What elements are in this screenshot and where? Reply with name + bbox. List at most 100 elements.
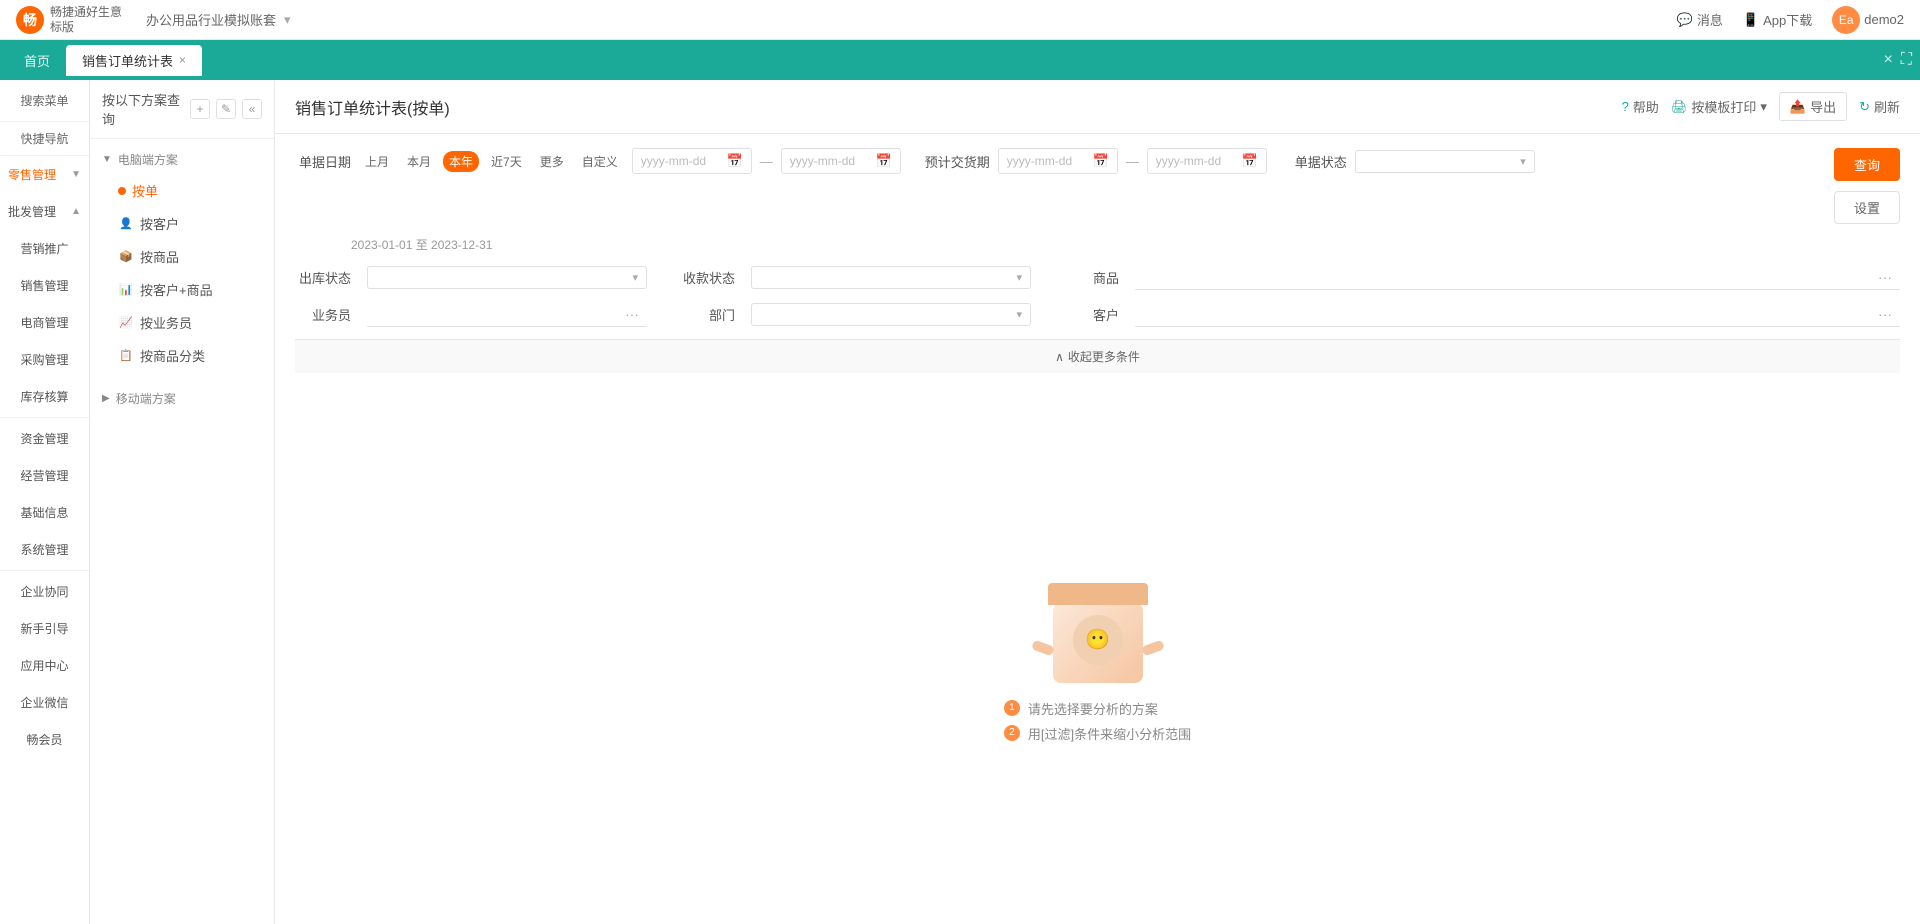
sidebar-item-purchase[interactable]: 采购管理 [0,341,89,378]
payment-status-select[interactable]: ▾ [751,266,1031,289]
tab-active[interactable]: 销售订单统计表 × [66,45,202,76]
payment-status-label: 收款状态 [679,268,735,287]
scheme-add-btn[interactable]: + [190,99,210,119]
quick-nav-btn[interactable]: 快捷导航 [0,126,89,151]
empty-num-2: 2 [1004,725,1020,741]
message-label: 消息 [1697,10,1723,29]
sidebar-item-member[interactable]: 畅会员 [0,721,89,758]
user-menu[interactable]: Ea demo2 [1832,6,1904,34]
shortcut-last-month[interactable]: 上月 [359,151,395,172]
expected-end-placeholder: yyyy-mm-dd [1156,154,1221,168]
shortcut-this-month[interactable]: 本月 [401,151,437,172]
collapse-btn[interactable]: ∧ 收起更多条件 [1055,348,1140,365]
delivery-status-select[interactable]: ▾ [367,266,647,289]
window-maximize-btn[interactable]: ⛶ [1901,51,1912,69]
shortcut-more[interactable]: 更多 [534,151,570,172]
message-btn[interactable]: 💬 消息 [1677,10,1723,29]
empty-hint-1-text: 请先选择要分析的方案 [1028,699,1158,718]
sidebar-item-system[interactable]: 系统管理 [0,531,89,568]
logo-text: 畅捷通好生意 标版 [50,5,122,34]
goods-dots[interactable]: ··· [1878,269,1892,285]
scheme-item-by-staff[interactable]: 📈 按业务员 [90,306,274,339]
scheme-collapse-btn[interactable]: « [242,99,262,119]
sidebar-item-sales[interactable]: 销售管理 [0,267,89,304]
scheme-edit-btn[interactable]: ✎ [216,99,236,119]
sidebar-item-wholesale-label: 批发管理 [8,203,56,220]
date-start-input[interactable]: yyyy-mm-dd 📅 [632,148,752,174]
filter-area: 单据日期 上月 本月 本年 近7天 更多 自定义 yyyy-mm-dd [275,134,1920,387]
window-close-btn[interactable]: × [1883,51,1892,69]
date-range: yyyy-mm-dd 📅 — yyyy-mm-dd 📅 [632,148,901,174]
sidebar-divider2 [0,570,89,571]
sidebar-item-enterprise[interactable]: 企业协同 [0,573,89,610]
app-download-btn[interactable]: 📱 App下载 [1743,10,1812,29]
sidebar-item-inventory[interactable]: 库存核算 [0,378,89,415]
scheme-item-by-staff-label: 按业务员 [140,313,192,332]
date-end-cal-icon: 📅 [876,153,892,169]
top-bar-left: 畅 畅捷通好生意 标版 办公用品行业模拟账套 ▾ [16,5,291,34]
page-actions: ? 帮助 🖨 按模板打印 ▾ 📤 导出 ↻ 刷新 [1622,92,1900,133]
scheme-group-pc: ▼ 电脑端方案 按单 👤 按客户 📦 按商品 [90,139,274,378]
print-label: 按模板打印 [1691,97,1756,116]
scheme-panel-title: 按以下方案查询 [102,90,182,128]
expected-date-start-input[interactable]: yyyy-mm-dd 📅 [998,148,1118,174]
sidebar-item-basic[interactable]: 基础信息 [0,494,89,531]
scheme-group-pc-title[interactable]: ▼ 电脑端方案 [90,145,274,174]
dept-container: ▾ [751,303,1031,326]
expected-date-end-input[interactable]: yyyy-mm-dd 📅 [1147,148,1267,174]
query-btn[interactable]: 查询 [1834,148,1900,181]
help-btn[interactable]: ? 帮助 [1622,97,1659,116]
sidebar-item-finance[interactable]: 资金管理 [0,420,89,457]
scheme-item-by-category[interactable]: 📋 按商品分类 [90,339,274,372]
sidebar-item-guide[interactable]: 新手引导 [0,610,89,647]
logo-area: 畅 畅捷通好生意 标版 [16,5,122,34]
scheme-item-by-order[interactable]: 按单 [90,174,274,207]
scheme-item-by-customer[interactable]: 👤 按客户 [90,207,274,240]
scheme-item-goods-icon: 📦 [118,249,134,265]
scheme-item-by-goods-label: 按商品 [140,247,179,266]
search-menu-btn[interactable]: 搜索菜单 [8,88,81,113]
scheme-panel-header-icons: + ✎ « [190,99,262,119]
sidebar-item-wechat[interactable]: 企业微信 [0,684,89,721]
sidebar-quick-nav-section: 快捷导航 [0,122,89,156]
tab-home[interactable]: 首页 [8,45,66,76]
sidebar-item-marketing[interactable]: 营销推广 [0,230,89,267]
sidebar-menu: 零售管理 ▼ 批发管理 ▲ 营销推广 销售管理 电商管理 采购管理 库存核算 资… [0,156,89,924]
scheme-panel: 按以下方案查询 + ✎ « ▼ 电脑端方案 按单 [90,80,275,924]
tab-close-btn[interactable]: × [179,53,186,67]
empty-num-1: 1 [1004,700,1020,716]
order-status-select[interactable]: ▾ [1355,150,1535,173]
help-icon: ? [1622,99,1629,114]
settings-btn[interactable]: 设置 [1834,191,1900,224]
scheme-group-mobile-title[interactable]: ▶ 移动端方案 [90,384,274,413]
date-end-input[interactable]: yyyy-mm-dd 📅 [781,148,901,174]
sidebar-item-operations[interactable]: 经营管理 [0,457,89,494]
expected-date-separator: — [1126,154,1139,169]
top-dropdown-icon[interactable]: ▾ [284,12,291,28]
sidebar-item-wholesale[interactable]: 批发管理 ▲ [0,193,89,230]
shortcut-custom[interactable]: 自定义 [576,151,624,172]
collapse-row: ∧ 收起更多条件 [295,339,1900,373]
refresh-btn[interactable]: ↻ 刷新 [1859,97,1900,116]
staff-dots[interactable]: ··· [625,306,639,322]
print-icon: 🖨 [1671,99,1688,115]
sidebar-item-apps[interactable]: 应用中心 [0,647,89,684]
collapse-label: 收起更多条件 [1068,348,1140,365]
shortcut-this-year[interactable]: 本年 [443,151,479,172]
expected-start-cal-icon: 📅 [1093,153,1109,169]
print-btn[interactable]: 🖨 按模板打印 ▾ [1671,97,1767,116]
scheme-item-by-cust-goods[interactable]: 📊 按客户+商品 [90,273,274,306]
print-dropdown-icon: ▾ [1760,99,1767,115]
scheme-item-by-cust-goods-label: 按客户+商品 [140,280,213,299]
customer-dots[interactable]: ··· [1878,306,1892,322]
shortcut-last7[interactable]: 近7天 [485,151,528,172]
sidebar-item-ecommerce[interactable]: 电商管理 [0,304,89,341]
refresh-label: 刷新 [1874,97,1900,116]
staff-label: 业务员 [295,305,351,324]
export-btn[interactable]: 📤 导出 [1779,92,1847,121]
app-download-label: App下载 [1763,10,1812,29]
scheme-item-by-goods[interactable]: 📦 按商品 [90,240,274,273]
sidebar-item-wholesale-arrow: ▲ [71,206,81,217]
dept-select[interactable]: ▾ [751,303,1031,326]
sidebar-item-retail[interactable]: 零售管理 ▼ [0,156,89,193]
